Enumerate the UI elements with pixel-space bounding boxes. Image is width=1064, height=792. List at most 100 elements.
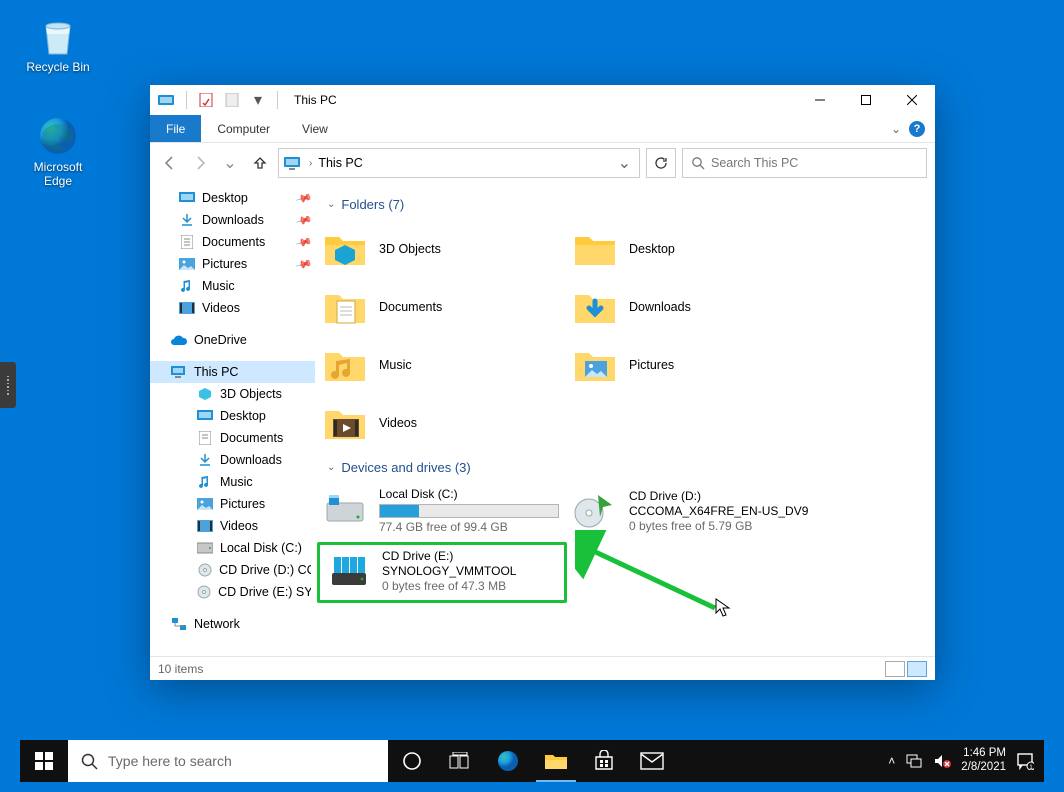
side-panel-tab[interactable] xyxy=(0,362,16,408)
address-dropdown-icon[interactable]: ⌄ xyxy=(614,153,635,173)
tray-overflow-icon[interactable]: ˄ xyxy=(888,754,895,768)
recent-locations-button[interactable]: ⌄ xyxy=(218,151,242,175)
address-bar[interactable]: › This PC ⌄ xyxy=(278,148,640,178)
cortana-button[interactable] xyxy=(388,740,436,782)
nav-item-downloads[interactable]: Downloads📌 xyxy=(150,209,315,231)
chevron-down-icon: ⌄ xyxy=(327,199,335,210)
nav-item-pc-videos[interactable]: Videos xyxy=(150,515,315,537)
folder-music[interactable]: Music xyxy=(317,336,567,394)
up-button[interactable] xyxy=(248,151,272,175)
downloads-folder-icon xyxy=(573,285,617,329)
start-button[interactable] xyxy=(20,740,68,782)
refresh-button[interactable] xyxy=(646,148,676,178)
tab-file[interactable]: File xyxy=(150,115,201,142)
taskbar-search-input[interactable] xyxy=(108,753,376,769)
close-button[interactable] xyxy=(889,85,935,115)
folder-downloads[interactable]: Downloads xyxy=(567,278,817,336)
recycle-bin-icon xyxy=(36,14,80,58)
pictures-folder-icon xyxy=(573,343,617,387)
nav-item-pc-desktop[interactable]: Desktop xyxy=(150,405,315,427)
desktop-folder-icon xyxy=(573,227,617,271)
view-large-icons-button[interactable] xyxy=(907,661,927,677)
status-text: 10 items xyxy=(158,662,203,676)
windows-setup-icon xyxy=(573,487,617,531)
this-pc-icon xyxy=(283,155,303,171)
drive-cd-e[interactable]: CD Drive (E:) SYNOLOGY_VMMTOOL 0 bytes f… xyxy=(317,542,567,604)
qat-properties-icon[interactable] xyxy=(195,89,217,111)
folder-pictures[interactable]: Pictures xyxy=(567,336,817,394)
nav-item-videos[interactable]: Videos xyxy=(150,297,315,319)
drive-local-disk-c[interactable]: Local Disk (C:) 77.4 GB free of 99.4 GB xyxy=(317,483,567,542)
minimize-button[interactable] xyxy=(797,85,843,115)
nav-item-documents[interactable]: Documents📌 xyxy=(150,231,315,253)
qat-customize-icon[interactable]: ▾ xyxy=(247,89,269,111)
system-tray[interactable]: ˄ 1:46 PM 2/8/2021 1 xyxy=(878,740,1044,782)
taskbar-file-explorer[interactable] xyxy=(532,740,580,782)
titlebar[interactable]: ▾ This PC xyxy=(150,85,935,115)
window-title: This PC xyxy=(294,93,337,107)
maximize-button[interactable] xyxy=(843,85,889,115)
nav-item-3d-objects[interactable]: 3D Objects xyxy=(150,383,315,405)
address-text[interactable]: This PC xyxy=(318,156,362,170)
taskbar[interactable]: ˄ 1:46 PM 2/8/2021 1 xyxy=(20,740,1044,782)
taskbar-clock[interactable]: 1:46 PM 2/8/2021 xyxy=(961,747,1006,775)
tab-computer[interactable]: Computer xyxy=(201,115,286,142)
pin-icon: 📌 xyxy=(295,233,313,251)
folder-desktop[interactable]: Desktop xyxy=(567,220,817,278)
view-details-button[interactable] xyxy=(885,661,905,677)
content-area[interactable]: ⌄ Folders (7) 3D Objects Desktop Documen… xyxy=(315,183,935,656)
search-icon xyxy=(80,752,98,770)
search-box[interactable] xyxy=(682,148,927,178)
folder-3d-objects[interactable]: 3D Objects xyxy=(317,220,567,278)
chevron-right-icon[interactable]: › xyxy=(309,158,312,169)
taskbar-store[interactable] xyxy=(580,740,628,782)
desktop-icon-recycle-bin[interactable]: Recycle Bin xyxy=(20,14,96,74)
nav-item-desktop[interactable]: Desktop📌 xyxy=(150,187,315,209)
nav-item-onedrive[interactable]: OneDrive xyxy=(150,329,315,351)
nav-item-network[interactable]: Network xyxy=(150,613,315,635)
taskbar-mail[interactable] xyxy=(628,740,676,782)
desktop-icon-microsoft-edge[interactable]: Microsoft Edge xyxy=(20,114,96,189)
3d-icon xyxy=(196,386,214,402)
action-center-icon[interactable]: 1 xyxy=(1016,752,1034,770)
nav-item-this-pc[interactable]: This PC xyxy=(150,361,315,383)
drive-cd-d[interactable]: CD Drive (D:) CCCOMA_X64FRE_EN-US_DV9 0 … xyxy=(567,483,817,542)
nav-item-cd-drive-d[interactable]: CD Drive (D:) CC xyxy=(150,559,315,581)
nav-item-pc-pictures[interactable]: Pictures xyxy=(150,493,315,515)
help-icon[interactable]: ? xyxy=(909,121,925,137)
section-drives-header[interactable]: ⌄ Devices and drives (3) xyxy=(317,452,929,483)
ribbon-expand-icon[interactable]: ⌄ xyxy=(891,122,901,136)
folder-documents[interactable]: Documents xyxy=(317,278,567,336)
nav-item-local-disk-c[interactable]: Local Disk (C:) xyxy=(150,537,315,559)
navigation-pane[interactable]: Desktop📌 Downloads📌 Documents📌 Pictures📌… xyxy=(150,183,315,656)
tab-view[interactable]: View xyxy=(286,115,344,142)
taskbar-edge[interactable] xyxy=(484,740,532,782)
nav-item-cd-drive-e[interactable]: CD Drive (E:) SYN xyxy=(150,581,315,603)
pictures-icon xyxy=(196,496,214,512)
chevron-down-icon: ⌄ xyxy=(327,462,335,473)
file-explorer-window: ▾ This PC File Computer View ⌄ ? ⌄ xyxy=(150,85,935,680)
folder-videos[interactable]: Videos xyxy=(317,394,567,452)
status-bar: 10 items xyxy=(150,656,935,680)
nav-item-pc-documents[interactable]: Documents xyxy=(150,427,315,449)
task-view-button[interactable] xyxy=(436,740,484,782)
back-button[interactable] xyxy=(158,151,182,175)
hdd-icon xyxy=(323,487,367,531)
documents-folder-icon xyxy=(323,285,367,329)
videos-icon xyxy=(178,300,196,316)
nav-item-pc-music[interactable]: Music xyxy=(150,471,315,493)
network-icon xyxy=(170,616,188,632)
nav-item-pc-downloads[interactable]: Downloads xyxy=(150,449,315,471)
forward-button[interactable] xyxy=(188,151,212,175)
documents-icon xyxy=(178,234,196,250)
section-folders-header[interactable]: ⌄ Folders (7) xyxy=(317,189,929,220)
music-icon xyxy=(196,474,214,490)
search-input[interactable] xyxy=(711,156,918,170)
tray-volume-icon[interactable] xyxy=(933,753,951,769)
nav-item-music[interactable]: Music xyxy=(150,275,315,297)
tray-network-icon[interactable] xyxy=(905,753,923,769)
qat-newfolder-icon[interactable] xyxy=(221,89,243,111)
downloads-icon xyxy=(196,452,214,468)
nav-item-pictures[interactable]: Pictures📌 xyxy=(150,253,315,275)
taskbar-search[interactable] xyxy=(68,740,388,782)
